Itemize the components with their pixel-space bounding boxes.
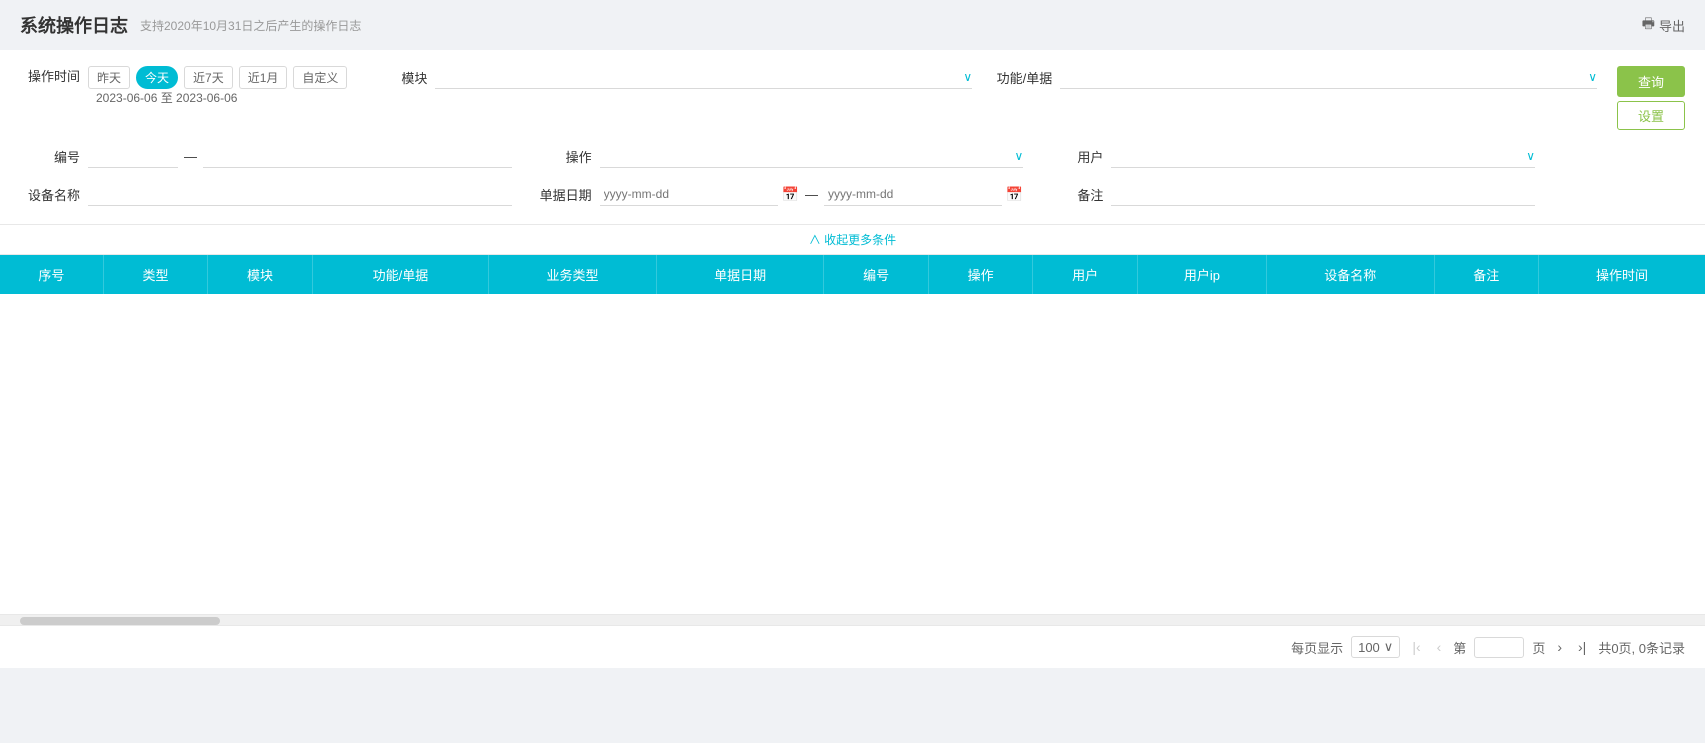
collapse-label: 收起更多条件 (824, 233, 896, 247)
number-end-input[interactable] (203, 144, 512, 168)
time-btn-custom[interactable]: 自定义 (293, 66, 347, 89)
function-label: 功能/单据 (992, 68, 1052, 87)
time-label: 操作时间 (20, 66, 80, 85)
module-label: 模块 (367, 68, 427, 87)
col-module: 模块 (208, 255, 312, 294)
page-title: 系统操作日志 (20, 12, 128, 38)
device-label: 设备名称 (20, 185, 80, 204)
time-buttons: 昨天 今天 近7天 近1月 自定义 (88, 66, 347, 89)
col-voucher-date: 单据日期 (656, 255, 824, 294)
function-dropdown-icon: ∨ (1588, 70, 1597, 84)
time-btn-yesterday[interactable]: 昨天 (88, 66, 130, 89)
time-btn-7days[interactable]: 近7天 (184, 66, 233, 89)
user-select[interactable]: ∨ (1111, 145, 1535, 168)
col-operation: 操作 (928, 255, 1032, 294)
export-icon: 🖶 (1642, 13, 1655, 37)
filter-panel: 操作时间 昨天 今天 近7天 近1月 自定义 2023-06-06 至 2023… (0, 50, 1705, 225)
number-start-input[interactable] (88, 144, 178, 168)
prev-page-button[interactable]: ‹ (1433, 637, 1446, 657)
function-select[interactable]: ∨ (1060, 66, 1597, 89)
calendar-end-icon[interactable]: 📅 (1006, 186, 1023, 203)
operation-select[interactable]: ∨ (600, 145, 1024, 168)
number-label: 编号 (20, 147, 80, 166)
user-label: 用户 (1043, 147, 1103, 166)
page-size-label: 每页显示 (1291, 638, 1343, 657)
settings-button[interactable]: 设置 (1617, 101, 1685, 130)
module-dropdown-icon: ∨ (963, 70, 972, 84)
export-button[interactable]: 🖶 导出 (1642, 13, 1685, 37)
col-type: 类型 (103, 255, 207, 294)
time-range: 2023-06-06 至 2023-06-06 (96, 89, 347, 106)
pagination-bar: 每页显示 100 ∨ |‹ ‹ 第 1 页 › ›| 共0页, 0条记录 (0, 626, 1705, 668)
query-button[interactable]: 查询 (1617, 66, 1685, 97)
col-remark: 备注 (1434, 255, 1538, 294)
scrollbar-thumb[interactable] (20, 617, 220, 625)
page-size-select[interactable]: 100 ∨ (1351, 636, 1400, 658)
collapse-bar[interactable]: ∧ 收起更多条件 (0, 225, 1705, 255)
col-op-time: 操作时间 (1539, 255, 1705, 294)
col-user: 用户 (1033, 255, 1137, 294)
operation-group: 操作 ∨ (532, 145, 1024, 168)
collapse-icon: ∧ (809, 233, 821, 247)
scrollbar-area[interactable] (0, 614, 1705, 626)
voucher-date-end: 📅 (824, 183, 1023, 206)
time-btn-1month[interactable]: 近1月 (239, 66, 288, 89)
remark-input[interactable] (1111, 182, 1535, 206)
voucher-date-start: 📅 (600, 183, 799, 206)
col-number: 编号 (824, 255, 928, 294)
operation-dropdown-icon: ∨ (1015, 149, 1024, 163)
col-biz-type: 业务类型 (489, 255, 657, 294)
export-label: 导出 (1659, 16, 1685, 35)
voucher-date-end-input[interactable] (824, 183, 1002, 206)
number-group: 编号 — (20, 144, 512, 168)
data-table: 序号 类型 模块 功能/单据 业务类型 单据日期 编号 操作 用户 用户ip 设… (0, 255, 1705, 294)
calendar-start-icon[interactable]: 📅 (782, 186, 799, 203)
page-size-arrow: ∨ (1384, 639, 1394, 655)
page-unit: 页 (1532, 638, 1545, 657)
module-group: 模块 ∨ (367, 66, 972, 89)
device-group: 设备名称 (20, 182, 512, 206)
device-input[interactable] (88, 182, 512, 206)
col-seq: 序号 (0, 255, 103, 294)
page-size-value: 100 (1358, 640, 1380, 655)
module-select[interactable]: ∨ (435, 66, 972, 89)
empty-area (0, 294, 1705, 614)
total-label: 共0页, 0条记录 (1598, 638, 1685, 657)
table-container: 序号 类型 模块 功能/单据 业务类型 单据日期 编号 操作 用户 用户ip 设… (0, 255, 1705, 614)
function-group: 功能/单据 ∨ (992, 66, 1597, 89)
voucher-date-label: 单据日期 (532, 185, 592, 204)
remark-label: 备注 (1043, 185, 1103, 204)
col-function: 功能/单据 (312, 255, 488, 294)
operation-label: 操作 (532, 147, 592, 166)
table-header: 序号 类型 模块 功能/单据 业务类型 单据日期 编号 操作 用户 用户ip 设… (0, 255, 1705, 294)
first-page-button[interactable]: |‹ (1408, 637, 1424, 657)
page-title-area: 系统操作日志 支持2020年10月31日之后产生的操作日志 (20, 12, 361, 38)
page-label: 第 (1453, 638, 1466, 657)
voucher-date-group: 单据日期 📅 — 📅 (532, 183, 1024, 206)
page-header: 系统操作日志 支持2020年10月31日之后产生的操作日志 🖶 导出 (0, 0, 1705, 50)
page-subtitle: 支持2020年10月31日之后产生的操作日志 (140, 17, 361, 34)
voucher-date-start-input[interactable] (600, 183, 778, 206)
time-btn-today[interactable]: 今天 (136, 66, 178, 89)
action-buttons: 查询 设置 (1617, 66, 1685, 130)
user-dropdown-icon: ∨ (1526, 149, 1535, 163)
page-number-input[interactable]: 1 (1474, 637, 1524, 658)
col-device: 设备名称 (1266, 255, 1434, 294)
user-group: 用户 ∨ (1043, 145, 1535, 168)
last-page-button[interactable]: ›| (1574, 637, 1590, 657)
remark-group: 备注 (1043, 182, 1535, 206)
next-page-button[interactable]: › (1553, 637, 1566, 657)
col-user-ip: 用户ip (1137, 255, 1266, 294)
